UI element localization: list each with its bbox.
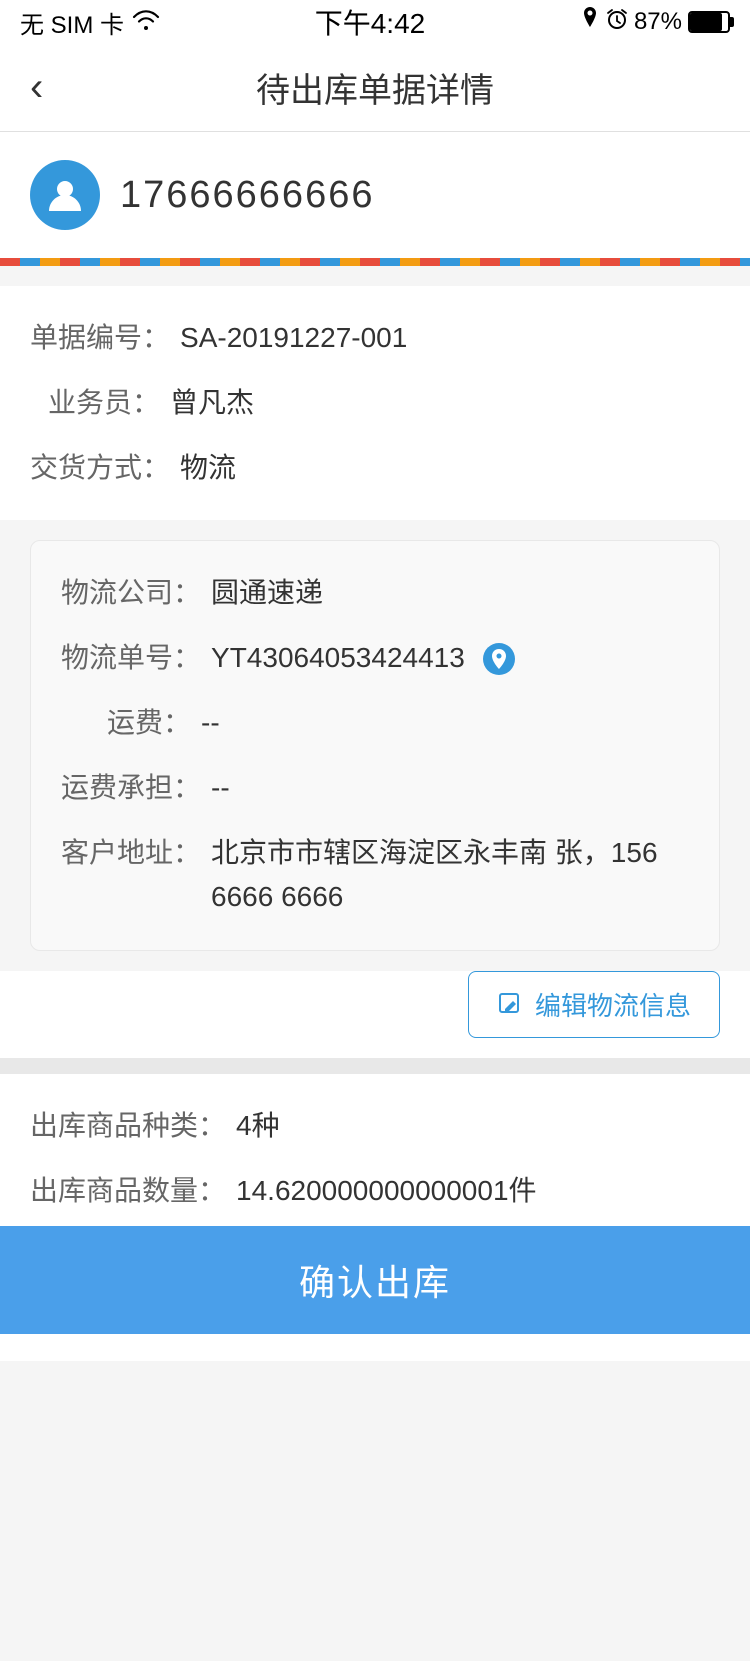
user-avatar	[30, 160, 100, 230]
tracking-location-icon[interactable]	[481, 641, 517, 677]
salesperson-value: 曾凡杰	[170, 381, 720, 426]
freight-label: 运费：	[61, 701, 191, 746]
product-type-row: 出库商品种类： 4种	[30, 1104, 720, 1149]
status-bar-time: 下午4:42	[315, 2, 426, 42]
user-phone: 17666666666	[120, 174, 374, 217]
delivery-method-row: 交货方式： 物流	[30, 446, 720, 491]
freight-row: 运费： --	[61, 701, 689, 746]
salesperson-label: 业务员：	[30, 381, 160, 426]
edit-icon	[497, 991, 525, 1019]
user-header: 17666666666	[0, 132, 750, 258]
freight-bearer-value: --	[211, 766, 689, 811]
freight-bearer-label: 运费承担：	[61, 766, 201, 811]
document-number-label: 单据编号：	[30, 316, 170, 361]
battery-percent: 87%	[634, 8, 682, 36]
logistics-company-value: 圆通速递	[211, 571, 689, 616]
product-type-value: 4种	[236, 1104, 280, 1149]
tracking-container: YT43064053424413	[211, 636, 689, 681]
address-value: 北京市市辖区海淀区永丰南 张，156 6666 6666	[211, 831, 689, 921]
delivery-method-value: 物流	[180, 446, 720, 491]
salesperson-row: 业务员： 曾凡杰	[30, 381, 720, 426]
confirm-btn-area[interactable]: 确认出库	[0, 1226, 750, 1334]
product-type-label: 出库商品种类：	[30, 1104, 226, 1149]
status-bar: 无 SIM 卡 下午4:42 87%	[0, 0, 750, 44]
confirm-btn-text: 确认出库	[299, 1254, 451, 1306]
avatar-icon	[45, 175, 85, 215]
tracking-number-text: YT43064053424413	[211, 636, 465, 681]
logistics-card: 物流公司： 圆通速递 物流单号： YT43064053424413 运费：	[30, 540, 720, 951]
edit-btn-wrapper: 编辑物流信息	[0, 971, 750, 1058]
tracking-number-value: YT43064053424413	[211, 636, 689, 681]
document-number-value: SA-20191227-001	[180, 316, 720, 361]
back-button[interactable]: ‹	[30, 65, 43, 110]
carrier-text: 无 SIM 卡	[20, 5, 124, 40]
logistics-company-row: 物流公司： 圆通速递	[61, 571, 689, 616]
nav-bar: ‹ 待出库单据详情	[0, 44, 750, 132]
section-divider	[0, 1058, 750, 1074]
battery-icon	[688, 11, 730, 33]
tracking-number-label: 物流单号：	[61, 636, 201, 681]
document-number-row: 单据编号： SA-20191227-001	[30, 316, 720, 361]
wifi-icon	[132, 8, 160, 37]
location-service-icon	[580, 7, 600, 38]
empty-space	[0, 1361, 750, 1561]
edit-logistics-button[interactable]: 编辑物流信息	[468, 971, 720, 1038]
document-info-section: 单据编号： SA-20191227-001 业务员： 曾凡杰 交货方式： 物流	[0, 286, 750, 520]
logistics-company-label: 物流公司：	[61, 571, 201, 616]
delivery-method-label: 交货方式：	[30, 446, 170, 491]
product-quantity-label: 出库商品数量：	[30, 1169, 226, 1214]
status-bar-right: 87%	[580, 7, 730, 38]
status-bar-left: 无 SIM 卡	[20, 5, 160, 40]
freight-value: --	[201, 701, 689, 746]
dashed-divider	[0, 258, 750, 266]
address-label: 客户地址：	[61, 831, 201, 876]
edit-logistics-label: 编辑物流信息	[535, 986, 691, 1023]
freight-bearer-row: 运费承担： --	[61, 766, 689, 811]
alarm-icon	[606, 8, 628, 37]
product-quantity-value: 14.620000000000001件	[236, 1169, 537, 1214]
address-row: 客户地址： 北京市市辖区海淀区永丰南 张，156 6666 6666	[61, 831, 689, 921]
product-quantity-row: 出库商品数量： 14.620000000000001件	[30, 1169, 720, 1214]
page-title: 待出库单据详情	[256, 63, 494, 112]
tracking-number-row: 物流单号： YT43064053424413	[61, 636, 689, 681]
